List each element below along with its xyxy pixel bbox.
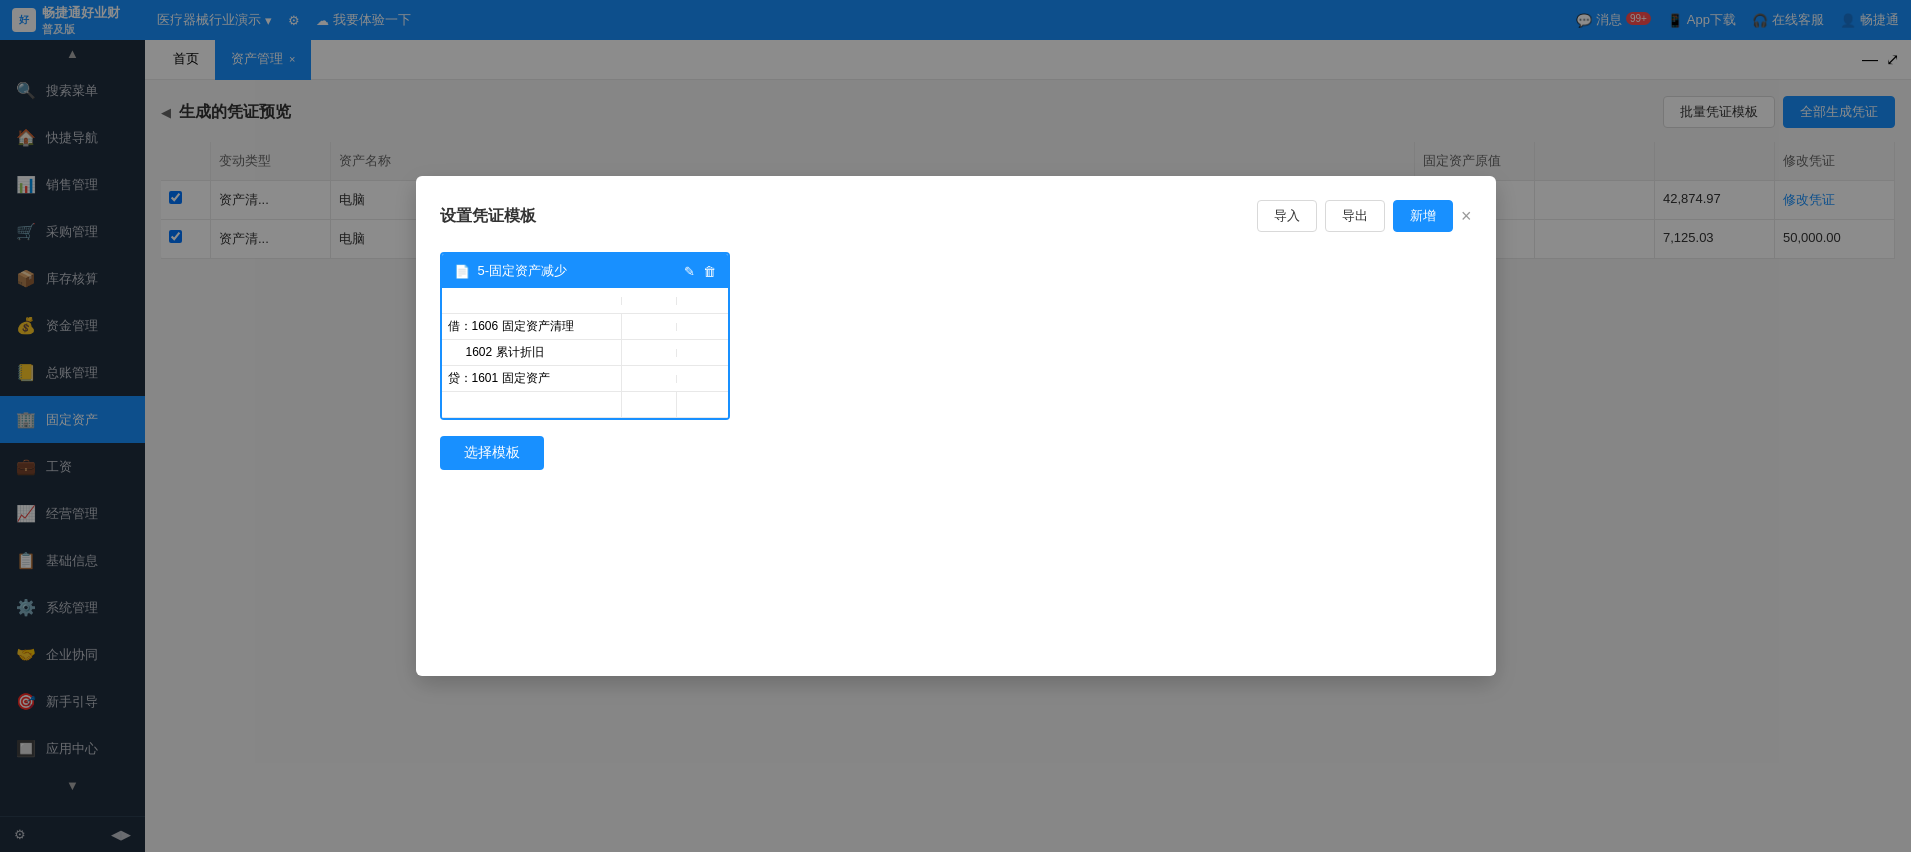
entry3-credit	[677, 375, 730, 383]
template-header-row	[442, 288, 728, 314]
new-button[interactable]: 新增	[1393, 200, 1453, 232]
entry2-credit	[677, 349, 730, 357]
template-empty-row	[442, 392, 728, 418]
template-card-header: 📄 5-固定资产减少 ✎ 🗑	[442, 254, 728, 288]
modal-overlay: 设置凭证模板 导入 导出 新增 × 📄 5-固定资产减少	[0, 0, 1911, 852]
template-card-header-actions: ✎ 🗑	[684, 264, 716, 279]
empty-col2	[622, 392, 677, 417]
template-edit-icon[interactable]: ✎	[684, 264, 695, 279]
template-card: 📄 5-固定资产减少 ✎ 🗑	[440, 252, 730, 420]
export-button[interactable]: 导出	[1325, 200, 1385, 232]
modal-header: 设置凭证模板 导入 导出 新增 ×	[440, 200, 1472, 232]
entry1-debit	[622, 323, 677, 331]
template-entry-row-1: 借：1606 固定资产清理	[442, 314, 728, 340]
modal-body: 📄 5-固定资产减少 ✎ 🗑	[440, 252, 1472, 652]
empty-col1	[442, 392, 622, 417]
entry3-debit	[622, 375, 677, 383]
template-name: 5-固定资产减少	[478, 262, 568, 280]
template-card-header-left: 📄 5-固定资产减少	[454, 262, 568, 280]
col-account	[442, 297, 622, 305]
entry2-debit	[622, 349, 677, 357]
col-debit	[622, 297, 677, 305]
empty-col3	[677, 392, 730, 417]
entry2-account: 1602 累计折旧	[442, 340, 622, 365]
entry3-account: 贷：1601 固定资产	[442, 366, 622, 391]
modal-close-button[interactable]: ×	[1461, 206, 1472, 227]
col-credit	[677, 297, 730, 305]
template-entry-row-3: 贷：1601 固定资产	[442, 366, 728, 392]
template-card-body: 借：1606 固定资产清理 1602 累计折旧 贷：1601 固定资产	[442, 288, 728, 418]
import-button[interactable]: 导入	[1257, 200, 1317, 232]
modal-set-voucher-template: 设置凭证模板 导入 导出 新增 × 📄 5-固定资产减少	[416, 176, 1496, 676]
select-template-button[interactable]: 选择模板	[440, 436, 544, 470]
entry1-credit	[677, 323, 730, 331]
template-file-icon: 📄	[454, 264, 470, 279]
entry1-account: 借：1606 固定资产清理	[442, 314, 622, 339]
template-delete-icon[interactable]: 🗑	[703, 264, 716, 279]
modal-toolbar: 导入 导出 新增	[1257, 200, 1453, 232]
modal-title: 设置凭证模板	[440, 206, 536, 227]
template-entry-row-2: 1602 累计折旧	[442, 340, 728, 366]
